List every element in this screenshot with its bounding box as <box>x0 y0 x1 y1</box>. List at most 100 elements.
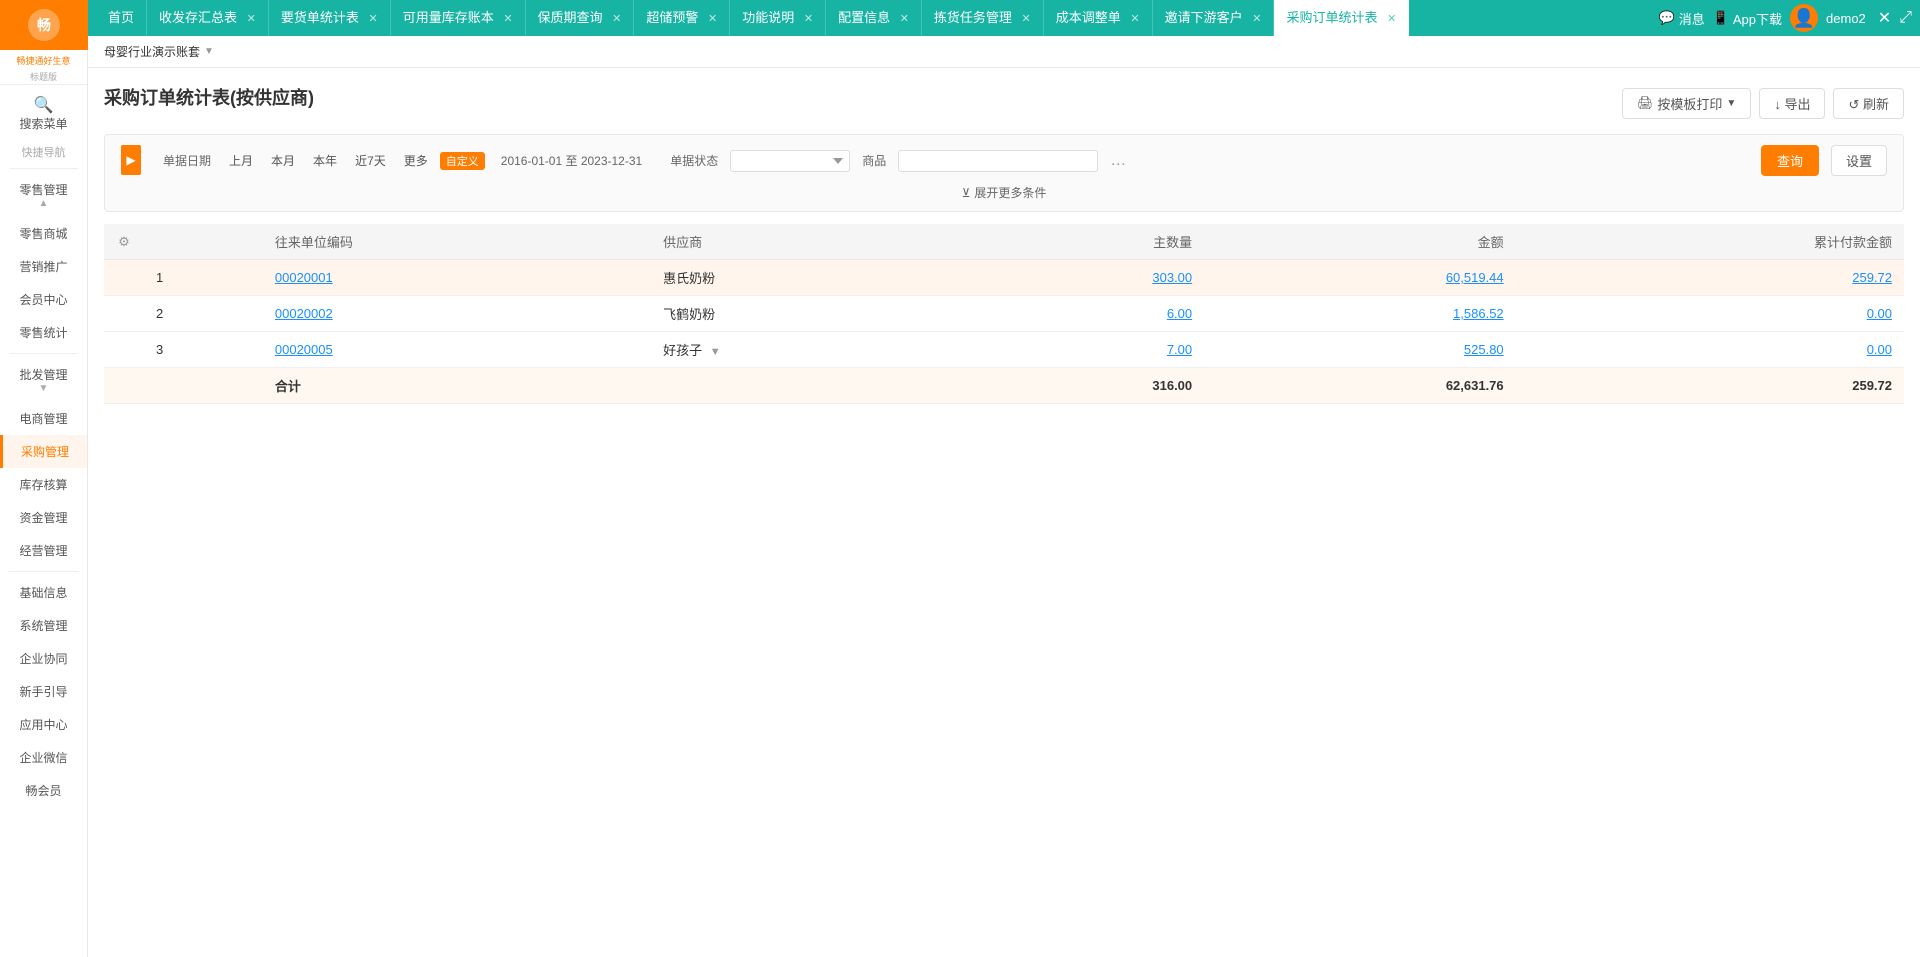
sidebar-item-retail-shop[interactable]: 零售商城 <box>0 217 87 250</box>
maximize-icon[interactable]: ⤢ <box>1899 9 1912 27</box>
sidebar-item-pro-member[interactable]: 畅会员 <box>0 774 87 807</box>
sidebar-item-purchase-mgmt[interactable]: 采购管理 <box>0 435 87 468</box>
page-content: 采购订单统计表(按供应商) 🖨 按模板打印 ▼ ↓ 导出 ↺ 刷新 <box>88 68 1920 957</box>
user-avatar[interactable]: 👤 <box>1790 4 1818 32</box>
goods-more-icon[interactable]: … <box>1110 152 1126 170</box>
svg-text:畅: 畅 <box>37 17 51 33</box>
date-btn-this-month[interactable]: 本月 <box>265 150 301 171</box>
sidebar-item-retail-stats[interactable]: 零售统计 <box>0 316 87 349</box>
date-btn-more[interactable]: 更多 <box>398 150 434 171</box>
goods-input[interactable] <box>898 150 1098 172</box>
print-btn-label: 按模板打印 <box>1657 94 1722 113</box>
th-main-qty: 主数量 <box>961 224 1204 260</box>
custom-date-badge[interactable]: 自定义 <box>440 152 485 170</box>
sidebar-search[interactable]: 🔍 搜索菜单 <box>0 85 87 142</box>
tab-overstock[interactable]: 超储预警 ✕ <box>634 0 730 36</box>
close-purchase-stats-icon[interactable]: ✕ <box>368 13 377 25</box>
tab-purchase-stats[interactable]: 要货单统计表 ✕ <box>269 0 391 36</box>
tab-purchase-order-stats[interactable]: 采购订单统计表 ✕ <box>1274 0 1409 36</box>
print-button[interactable]: 🖨 按模板打印 ▼ <box>1622 88 1751 119</box>
close-function-icon[interactable]: ✕ <box>804 13 813 25</box>
row-gear[interactable] <box>104 296 144 332</box>
tab-invite-downstream[interactable]: 邀请下游客户 ✕ <box>1153 0 1275 36</box>
th-gear[interactable]: ⚙ <box>104 224 144 260</box>
tab-inventory-book[interactable]: 可用量库存账本 ✕ <box>391 0 526 36</box>
footer-amount: 62,631.76 <box>1204 368 1516 404</box>
close-invite-icon[interactable]: ✕ <box>1252 13 1261 25</box>
sidebar-item-retail-mgmt[interactable]: 零售管理 ▲ <box>0 173 87 217</box>
sidebar-divider-1 <box>9 168 79 169</box>
settings-button[interactable]: 设置 <box>1831 145 1887 176</box>
user-name[interactable]: demo2 <box>1826 11 1866 26</box>
main-area: 首页 收发存汇总表 ✕ 要货单统计表 ✕ 可用量库存账本 ✕ 保质期查询 ✕ 超… <box>88 0 1920 957</box>
tab-config-info[interactable]: 配置信息 ✕ <box>826 0 922 36</box>
tab-collect-pay[interactable]: 收发存汇总表 ✕ <box>147 0 269 36</box>
table-row: 1 00020001 惠氏奶粉 303.00 60,519.44 259.72 <box>104 260 1904 296</box>
expand-button[interactable]: ⊻ 展开更多条件 <box>962 184 1047 201</box>
date-btn-last-month[interactable]: 上月 <box>223 150 259 171</box>
refresh-button[interactable]: ↺ 刷新 <box>1833 88 1904 119</box>
filter-toggle-button[interactable]: ▶ <box>121 145 141 175</box>
sidebar-item-corp-wechat[interactable]: 企业微信 <box>0 741 87 774</box>
date-btn-7days[interactable]: 近7天 <box>349 150 392 171</box>
workspace-name: 母婴行业演示账套 <box>104 43 200 60</box>
close-cost-icon[interactable]: ✕ <box>1130 13 1139 25</box>
sidebar-item-newbie[interactable]: 新手引导 <box>0 675 87 708</box>
row-unit-code: 00020005 <box>263 332 651 368</box>
row-gear[interactable] <box>104 260 144 296</box>
row-cum-pay: 259.72 <box>1516 260 1904 296</box>
th-unit-code: 往来单位编码 <box>263 224 651 260</box>
workspace-selector[interactable]: 母婴行业演示账套 ▼ <box>104 43 214 60</box>
close-collect-pay-icon[interactable]: ✕ <box>247 13 256 25</box>
row-index: 2 <box>144 296 263 332</box>
export-button[interactable]: ↓ 导出 <box>1759 88 1825 119</box>
tab-expiry-query[interactable]: 保质期查询 ✕ <box>526 0 635 36</box>
sidebar-item-inventory[interactable]: 库存核算 <box>0 468 87 501</box>
row-cum-pay: 0.00 <box>1516 332 1904 368</box>
row-supplier: 好孩子 ▼ <box>651 332 961 368</box>
footer-main-qty: 316.00 <box>961 368 1204 404</box>
message-icon: 💬 <box>1659 10 1675 26</box>
sidebar-item-basic-info[interactable]: 基础信息 <box>0 576 87 609</box>
sidebar-item-members[interactable]: 会员中心 <box>0 283 87 316</box>
sidebar-item-wholesale-mgmt[interactable]: 批发管理 ▼ <box>0 358 87 402</box>
sidebar-item-enterprise[interactable]: 企业协同 <box>0 642 87 675</box>
close-expiry-icon[interactable]: ✕ <box>612 13 621 25</box>
row-unit-code: 00020002 <box>263 296 651 332</box>
filter-bar: ▶ 单据日期 上月 本月 本年 近7天 更多 自定义 2016-01-01 至 … <box>104 134 1904 212</box>
sidebar-item-ecommerce[interactable]: 电商管理 <box>0 402 87 435</box>
close-inventory-book-icon[interactable]: ✕ <box>503 13 512 25</box>
message-button[interactable]: 💬 消息 <box>1659 9 1705 28</box>
expand-down-icon: ⊻ <box>962 186 971 200</box>
expand-row: ⊻ 展开更多条件 <box>121 184 1887 201</box>
sidebar-item-operations[interactable]: 经营管理 <box>0 534 87 567</box>
close-picking-icon[interactable]: ✕ <box>1022 13 1031 25</box>
date-options: 上月 本月 本年 近7天 更多 自定义 <box>223 150 485 171</box>
close-purchase-order-icon[interactable]: ✕ <box>1387 13 1396 25</box>
close-config-icon[interactable]: ✕ <box>900 13 909 25</box>
app-subtitle: 标题版 <box>0 69 87 85</box>
workspace-bar: 母婴行业演示账套 ▼ <box>88 36 1920 68</box>
tab-picking-task[interactable]: 拣货任务管理 ✕ <box>922 0 1044 36</box>
tab-home[interactable]: 首页 <box>96 0 147 36</box>
tab-cost-adjust[interactable]: 成本调整单 ✕ <box>1044 0 1153 36</box>
row-cum-pay: 0.00 <box>1516 296 1904 332</box>
close-window-icon[interactable]: ✕ <box>1878 8 1891 28</box>
sidebar-item-finance[interactable]: 资金管理 <box>0 501 87 534</box>
app-download-button[interactable]: 📱 App下载 <box>1713 9 1782 28</box>
row-gear[interactable] <box>104 332 144 368</box>
table-body: 1 00020001 惠氏奶粉 303.00 60,519.44 259.72 … <box>104 260 1904 368</box>
goods-filter-label: 商品 <box>862 152 886 169</box>
retail-mgmt-arrow: ▲ <box>39 198 49 209</box>
close-overstock-icon[interactable]: ✕ <box>708 13 717 25</box>
query-button[interactable]: 查询 <box>1761 145 1819 176</box>
app-logo[interactable]: 畅 <box>0 0 88 50</box>
sidebar-item-system[interactable]: 系统管理 <box>0 609 87 642</box>
date-btn-this-year[interactable]: 本年 <box>307 150 343 171</box>
sidebar-item-app-center[interactable]: 应用中心 <box>0 708 87 741</box>
status-select[interactable] <box>730 150 850 172</box>
row-unit-code: 00020001 <box>263 260 651 296</box>
tab-function-desc[interactable]: 功能说明 ✕ <box>730 0 826 36</box>
sidebar-item-marketing[interactable]: 营销推广 <box>0 250 87 283</box>
page-header-actions: 🖨 按模板打印 ▼ ↓ 导出 ↺ 刷新 <box>1622 88 1904 119</box>
